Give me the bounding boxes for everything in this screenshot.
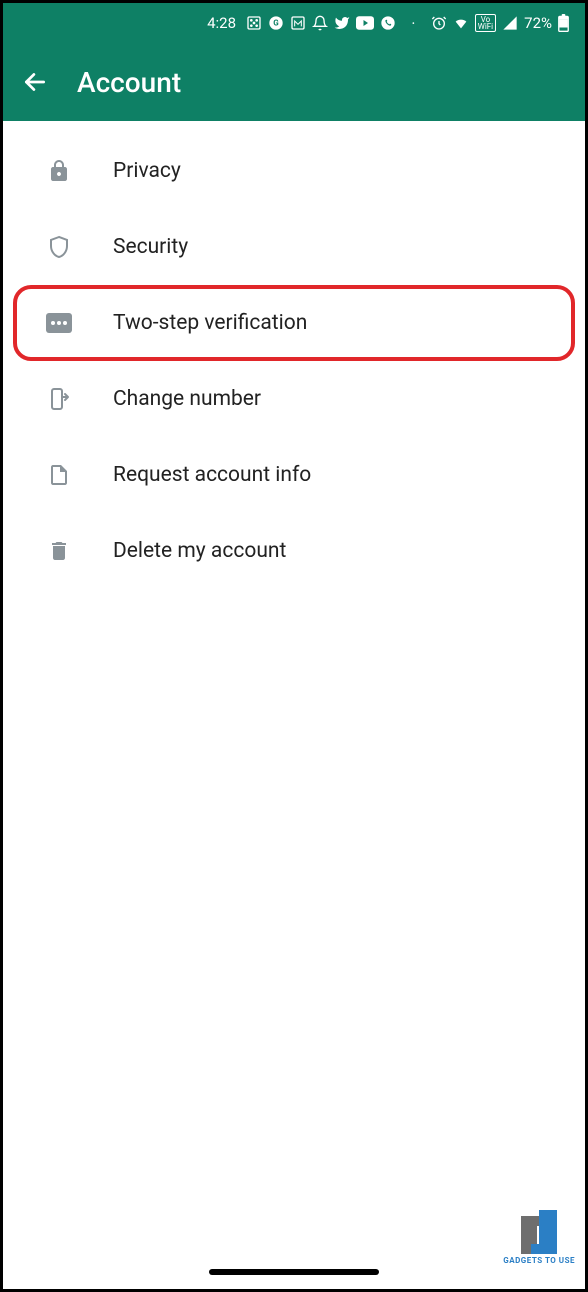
grid-icon xyxy=(246,15,262,31)
battery-percent: 72% xyxy=(524,14,552,32)
pin-icon xyxy=(45,309,73,337)
svg-text:G: G xyxy=(273,19,279,28)
phone-icon xyxy=(380,15,396,31)
status-icons-right: VoWiFi 72% xyxy=(431,14,569,32)
account-menu: Privacy Security Two-step verification C… xyxy=(3,121,585,601)
document-icon xyxy=(45,461,73,489)
menu-label: Change number xyxy=(113,387,261,411)
watermark: GADGETS TO USE xyxy=(503,1210,575,1265)
menu-item-change-number[interactable]: Change number xyxy=(3,361,585,437)
menu-label: Privacy xyxy=(113,159,181,183)
trash-icon xyxy=(45,537,73,565)
lock-icon xyxy=(45,157,73,185)
alarm-icon xyxy=(431,15,447,31)
status-bar: 4:28 G • VoWiFi xyxy=(3,3,585,43)
home-indicator[interactable] xyxy=(209,1269,379,1275)
phone-transfer-icon xyxy=(45,385,73,413)
wifi-icon xyxy=(453,15,469,31)
app-bar: Account xyxy=(3,43,585,121)
watermark-text: GADGETS TO USE xyxy=(503,1256,575,1265)
watermark-logo xyxy=(521,1210,557,1254)
twitter-icon xyxy=(334,15,350,31)
status-time: 4:28 xyxy=(207,14,236,32)
youtube-icon xyxy=(356,16,374,30)
arrow-left-icon xyxy=(22,69,48,95)
status-divider: • xyxy=(412,19,415,28)
shield-icon xyxy=(45,233,73,261)
status-icons-left: G xyxy=(246,15,396,31)
menu-label: Two-step verification xyxy=(113,311,307,335)
menu-item-security[interactable]: Security xyxy=(3,209,585,285)
menu-item-request-account-info[interactable]: Request account info xyxy=(3,437,585,513)
menu-item-delete-account[interactable]: Delete my account xyxy=(3,513,585,589)
bell-icon xyxy=(312,15,328,31)
m-icon xyxy=(290,15,306,31)
back-button[interactable] xyxy=(21,68,49,96)
menu-label: Security xyxy=(113,235,188,259)
g-icon: G xyxy=(268,15,284,31)
vowifi-icon: VoWiFi xyxy=(475,14,496,32)
menu-label: Request account info xyxy=(113,463,311,487)
menu-item-privacy[interactable]: Privacy xyxy=(3,133,585,209)
menu-label: Delete my account xyxy=(113,539,286,563)
battery-icon xyxy=(558,14,569,32)
page-title: Account xyxy=(77,66,181,99)
signal-icon xyxy=(502,15,518,31)
menu-item-two-step-verification[interactable]: Two-step verification xyxy=(13,285,575,361)
